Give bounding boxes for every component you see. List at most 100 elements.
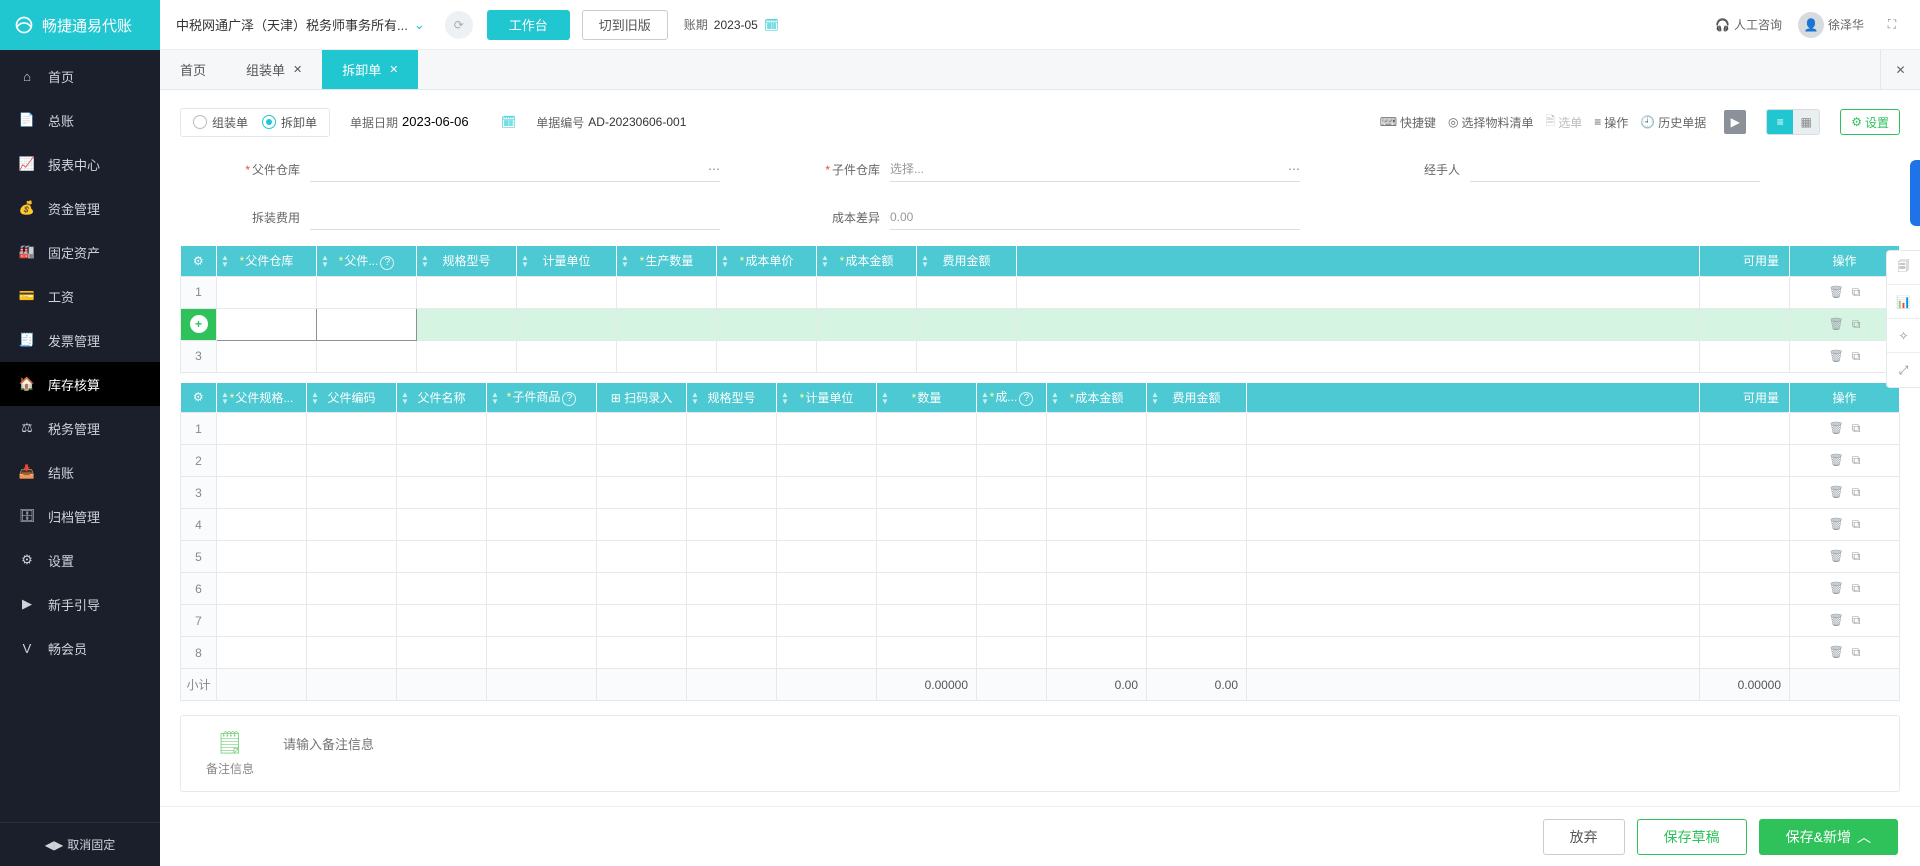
col-scan[interactable]: ⊞ 扫码录入 bbox=[597, 383, 687, 413]
cell[interactable] bbox=[597, 541, 687, 573]
cell[interactable] bbox=[217, 573, 307, 605]
sort-icon[interactable]: ▲▼ bbox=[1151, 391, 1159, 405]
sort-icon[interactable]: ▲▼ bbox=[921, 254, 929, 268]
cell[interactable] bbox=[877, 541, 977, 573]
user-menu[interactable]: 👤徐泽华 bbox=[1798, 12, 1864, 38]
gear-col[interactable]: ⚙ bbox=[181, 246, 217, 276]
cell[interactable] bbox=[1247, 413, 1700, 445]
cell[interactable] bbox=[1247, 477, 1700, 509]
settings-button[interactable]: ⚙ 设置 bbox=[1840, 109, 1900, 135]
cell[interactable] bbox=[1047, 477, 1147, 509]
cell[interactable] bbox=[687, 637, 777, 669]
cell[interactable] bbox=[1700, 541, 1790, 573]
copy-icon[interactable]: ⧉ bbox=[1852, 645, 1861, 659]
cell[interactable] bbox=[1700, 413, 1790, 445]
help-icon[interactable]: ? bbox=[380, 256, 394, 270]
add-row-icon[interactable]: + bbox=[190, 315, 208, 333]
cell[interactable] bbox=[517, 308, 617, 340]
cell[interactable] bbox=[597, 413, 687, 445]
delete-icon[interactable]: 🗑 bbox=[1829, 285, 1844, 299]
more-icon[interactable]: ⋯ bbox=[1288, 162, 1300, 176]
remark-input[interactable] bbox=[283, 730, 1885, 758]
close-all-tabs[interactable]: ✕ bbox=[1880, 50, 1920, 89]
cell[interactable] bbox=[317, 340, 417, 372]
cell[interactable] bbox=[1047, 413, 1147, 445]
cell[interactable] bbox=[1147, 445, 1247, 477]
cell[interactable] bbox=[317, 308, 417, 340]
parent-warehouse-input[interactable]: ⋯ bbox=[310, 156, 720, 182]
sidebar-item-funds[interactable]: 💰资金管理 bbox=[0, 186, 160, 230]
cell[interactable] bbox=[307, 573, 397, 605]
copy-icon[interactable]: ⧉ bbox=[1852, 317, 1861, 331]
company-selector[interactable]: 中税网通广泽（天津）税务师事务所有... ⌄ bbox=[176, 15, 425, 34]
cell[interactable] bbox=[597, 445, 687, 477]
cell[interactable] bbox=[1700, 276, 1790, 308]
col-header[interactable]: ▲▼*成本单价 bbox=[717, 246, 817, 276]
view-grid[interactable]: ▦ bbox=[1793, 110, 1819, 134]
sidebar-item-home[interactable]: ⌂首页 bbox=[0, 54, 160, 98]
sort-icon[interactable]: ▲▼ bbox=[521, 254, 529, 268]
float-tool-3[interactable]: ✧ bbox=[1887, 319, 1920, 353]
float-tool-4[interactable]: ⤢ bbox=[1887, 353, 1920, 387]
cell[interactable] bbox=[487, 541, 597, 573]
cell[interactable] bbox=[1147, 573, 1247, 605]
close-icon[interactable]: ✕ bbox=[293, 63, 302, 76]
cell[interactable] bbox=[1147, 509, 1247, 541]
delete-icon[interactable]: 🗑 bbox=[1829, 421, 1844, 435]
fee-input[interactable] bbox=[310, 204, 720, 230]
cell[interactable] bbox=[217, 445, 307, 477]
cell[interactable] bbox=[597, 477, 687, 509]
cell[interactable] bbox=[977, 541, 1047, 573]
cell[interactable] bbox=[517, 276, 617, 308]
select-doc-link[interactable]: 🗎 选单 bbox=[1546, 112, 1583, 133]
more-icon[interactable]: ⋯ bbox=[708, 162, 720, 176]
sort-icon[interactable]: ▲▼ bbox=[421, 254, 429, 268]
cell[interactable] bbox=[307, 477, 397, 509]
float-tool-1[interactable]: 🗐 bbox=[1887, 251, 1920, 285]
cell[interactable] bbox=[777, 445, 877, 477]
float-tool-2[interactable]: 📊 bbox=[1887, 285, 1920, 319]
sort-icon[interactable]: ▲▼ bbox=[311, 391, 319, 405]
cell[interactable] bbox=[307, 541, 397, 573]
sidebar-item-inventory[interactable]: 🏠库存核算 bbox=[0, 362, 160, 406]
cell[interactable] bbox=[397, 509, 487, 541]
copy-icon[interactable]: ⧉ bbox=[1852, 581, 1861, 595]
handler-input[interactable] bbox=[1470, 156, 1760, 182]
copy-icon[interactable]: ⧉ bbox=[1852, 453, 1861, 467]
cell[interactable] bbox=[1047, 605, 1147, 637]
cell[interactable] bbox=[687, 509, 777, 541]
copy-icon[interactable]: ⧉ bbox=[1852, 485, 1861, 499]
row-index[interactable]: 1 bbox=[181, 413, 217, 445]
cell[interactable] bbox=[597, 509, 687, 541]
sort-icon[interactable]: ▲▼ bbox=[1051, 391, 1059, 405]
cell[interactable] bbox=[1700, 637, 1790, 669]
col-header[interactable]: ▲▼*成...? bbox=[977, 383, 1047, 413]
consult-button[interactable]: 🎧人工咨询 bbox=[1715, 16, 1782, 33]
cell[interactable] bbox=[597, 573, 687, 605]
sidebar-item-archive[interactable]: 🗄归档管理 bbox=[0, 494, 160, 538]
cell[interactable] bbox=[687, 573, 777, 605]
cell[interactable] bbox=[417, 308, 517, 340]
cell[interactable] bbox=[217, 276, 317, 308]
sort-icon[interactable]: ▲▼ bbox=[881, 391, 889, 405]
cell[interactable] bbox=[977, 573, 1047, 605]
delete-icon[interactable]: 🗑 bbox=[1829, 317, 1844, 331]
cell[interactable] bbox=[217, 637, 307, 669]
sidebar-item-invoice[interactable]: 🧾发票管理 bbox=[0, 318, 160, 362]
delete-icon[interactable]: 🗑 bbox=[1829, 645, 1844, 659]
col-header[interactable]: ▲▼计量单位 bbox=[517, 246, 617, 276]
cell[interactable] bbox=[877, 477, 977, 509]
col-header[interactable]: ▲▼规格型号 bbox=[687, 383, 777, 413]
sidebar-item-gear[interactable]: ⚙设置 bbox=[0, 538, 160, 582]
cell[interactable] bbox=[1047, 445, 1147, 477]
sort-icon[interactable]: ▲▼ bbox=[981, 391, 989, 405]
sidebar-item-salary[interactable]: 💳工资 bbox=[0, 274, 160, 318]
sort-icon[interactable]: ▲▼ bbox=[621, 254, 629, 268]
copy-icon[interactable]: ⧉ bbox=[1852, 549, 1861, 563]
cell[interactable] bbox=[217, 477, 307, 509]
tab[interactable]: 拆卸单✕ bbox=[322, 50, 418, 89]
sidebar-item-vip[interactable]: V畅会员 bbox=[0, 626, 160, 670]
cell[interactable] bbox=[217, 605, 307, 637]
cell[interactable] bbox=[777, 637, 877, 669]
col-header[interactable]: ▲▼*父件仓库 bbox=[217, 246, 317, 276]
